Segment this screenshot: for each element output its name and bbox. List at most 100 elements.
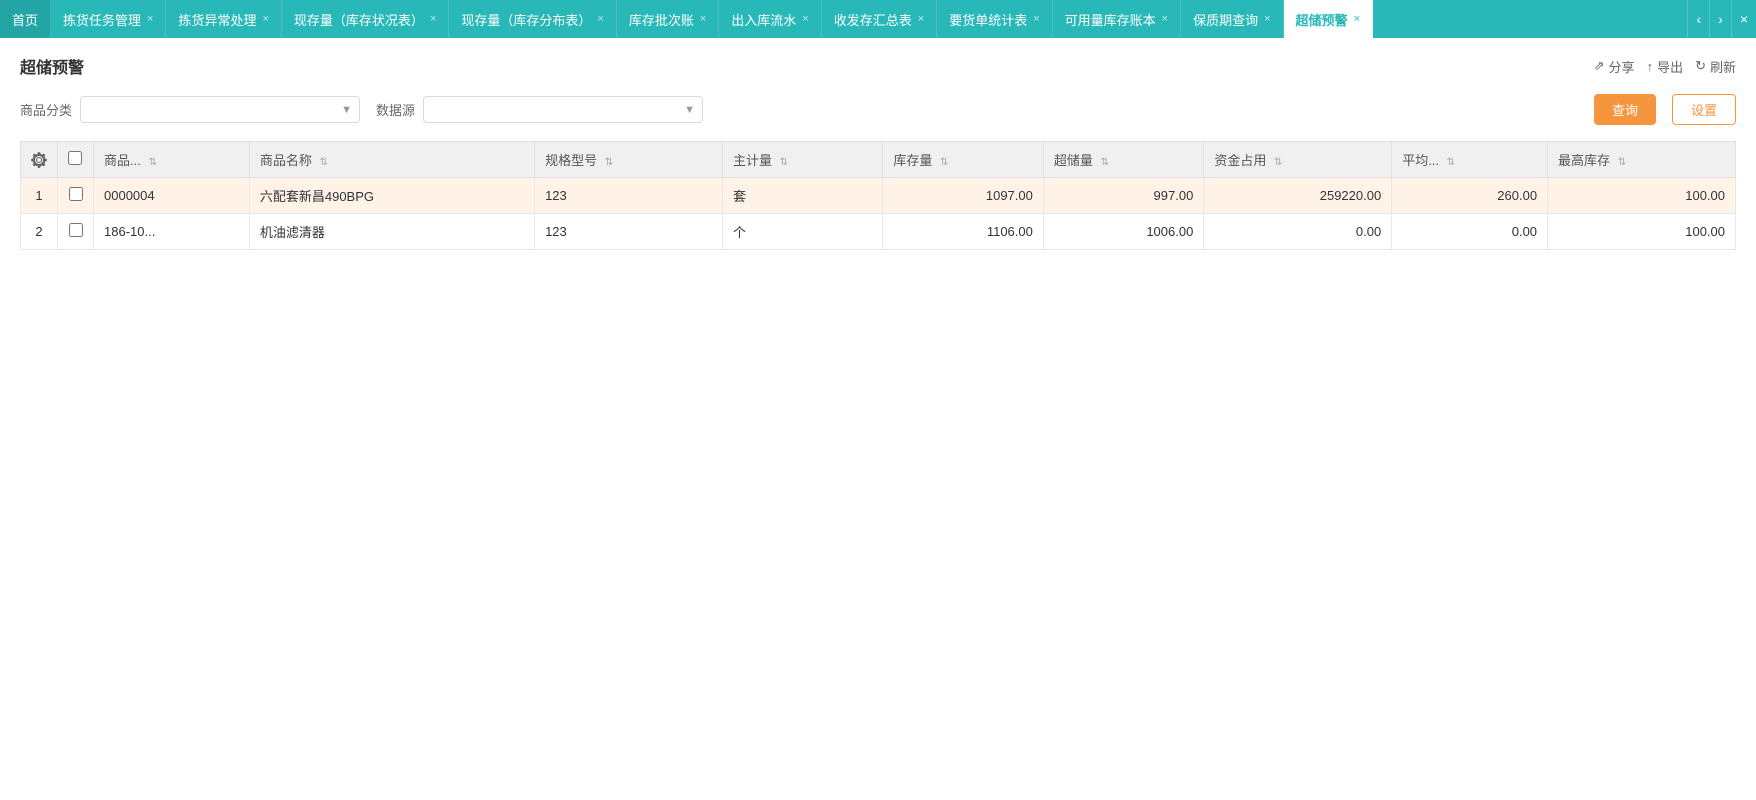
export-icon: ↑ [1647, 59, 1654, 74]
category-filter-group: 商品分类 ▼ [20, 96, 360, 123]
row-over: 1006.00 [1043, 214, 1203, 250]
row-over: 997.00 [1043, 178, 1203, 214]
set-button[interactable]: 设置 [1672, 94, 1736, 125]
header-actions: ⇗ 分享 ↑ 导出 ↻ 刷新 [1594, 57, 1736, 76]
row-code: 186-10... [94, 214, 250, 250]
query-button[interactable]: 查询 [1594, 94, 1656, 125]
share-button[interactable]: ⇗ 分享 [1594, 57, 1635, 76]
row-stock: 1097.00 [883, 178, 1043, 214]
nav-close-arrow[interactable]: × [1731, 0, 1756, 38]
th-stock[interactable]: 库存量 ⇅ [883, 142, 1043, 178]
row-spec: 123 [535, 214, 723, 250]
close-icon[interactable]: × [700, 13, 706, 25]
nav-over-stock[interactable]: 超储预警 × [1284, 0, 1373, 38]
filter-container: 商品分类 ▼ 数据源 可用量 ▼ 查询 设置 [20, 94, 1736, 125]
row-checkbox[interactable] [69, 187, 83, 201]
nav-pick-abnormal[interactable]: 拣货异常处理 × [166, 0, 281, 38]
page-header: 超储预警 ⇗ 分享 ↑ 导出 ↻ 刷新 [20, 54, 1736, 78]
close-icon[interactable]: × [802, 13, 808, 25]
th-maxstock[interactable]: 最高库存 ⇅ [1548, 142, 1736, 178]
row-capital: 0.00 [1204, 214, 1392, 250]
row-stock: 1106.00 [883, 214, 1043, 250]
category-select-wrapper: ▼ [80, 96, 360, 123]
close-icon[interactable]: × [918, 13, 924, 25]
datasource-select-wrapper: 可用量 ▼ [423, 96, 703, 123]
sort-icon: ⇅ [940, 157, 948, 168]
gear-icon [31, 152, 47, 168]
nav-current-dist[interactable]: 现存量（库存分布表） × [449, 0, 616, 38]
row-capital: 259220.00 [1204, 178, 1392, 214]
nav-home[interactable]: 首页 [0, 0, 51, 38]
datasource-filter-group: 数据源 可用量 ▼ [376, 96, 703, 123]
nav-prev-arrow[interactable]: ‹ [1687, 0, 1709, 38]
th-spec[interactable]: 规格型号 ⇅ [535, 142, 723, 178]
nav-right-controls: ‹ › × [1687, 0, 1756, 38]
sort-icon: ⇅ [1447, 157, 1455, 168]
nav-recv-send[interactable]: 收发存汇总表 × [822, 0, 937, 38]
close-icon[interactable]: × [262, 13, 268, 25]
refresh-button[interactable]: ↻ 刷新 [1695, 57, 1736, 76]
close-icon[interactable]: × [1264, 13, 1270, 25]
row-name: 机油滤清器 [249, 214, 534, 250]
row-avg: 0.00 [1392, 214, 1548, 250]
action-buttons: 查询 设置 [1594, 94, 1736, 125]
sort-icon: ⇅ [148, 157, 156, 168]
select-all-checkbox[interactable] [68, 151, 82, 165]
th-over[interactable]: 超储量 ⇅ [1043, 142, 1203, 178]
sort-icon: ⇅ [1618, 157, 1626, 168]
th-unit[interactable]: 主计量 ⇅ [722, 142, 882, 178]
close-icon[interactable]: × [1033, 13, 1039, 25]
category-input[interactable] [80, 96, 360, 123]
nav-pick-task[interactable]: 拣货任务管理 × [51, 0, 166, 38]
category-label: 商品分类 [20, 100, 72, 119]
sort-icon: ⇅ [1274, 157, 1282, 168]
nav-quality-query[interactable]: 保质期查询 × [1181, 0, 1283, 38]
row-avg: 260.00 [1392, 178, 1548, 214]
top-nav: 首页 拣货任务管理 × 拣货异常处理 × 现存量（库存状况表） × 现存量（库存… [0, 0, 1756, 38]
table-row: 2 186-10... 机油滤清器 123 个 1106.00 1006.00 … [21, 214, 1736, 250]
share-icon: ⇗ [1594, 58, 1605, 74]
nav-order-stat[interactable]: 要货单统计表 × [937, 0, 1052, 38]
refresh-icon: ↻ [1695, 58, 1706, 74]
sort-icon: ⇅ [780, 157, 788, 168]
close-icon[interactable]: × [1354, 13, 1360, 25]
nav-usable-account[interactable]: 可用量库存账本 × [1053, 0, 1181, 38]
table-header: 商品... ⇅ 商品名称 ⇅ 规格型号 ⇅ 主计量 ⇅ 库存量 ⇅ [21, 142, 1736, 178]
th-checkbox [58, 142, 94, 178]
nav-next-arrow[interactable]: › [1709, 0, 1731, 38]
th-capital[interactable]: 资金占用 ⇅ [1204, 142, 1392, 178]
nav-batch-account[interactable]: 库存批次账 × [617, 0, 719, 38]
datasource-label: 数据源 [376, 100, 415, 119]
row-num: 1 [21, 178, 58, 214]
row-unit: 套 [722, 178, 882, 214]
th-name[interactable]: 商品名称 ⇅ [249, 142, 534, 178]
sort-icon: ⇅ [320, 157, 328, 168]
th-gear[interactable] [21, 142, 58, 178]
row-maxstock: 100.00 [1548, 178, 1736, 214]
row-num: 2 [21, 214, 58, 250]
row-checkbox-cell [58, 214, 94, 250]
row-unit: 个 [722, 214, 882, 250]
row-checkbox[interactable] [69, 223, 83, 237]
close-icon[interactable]: × [147, 13, 153, 25]
export-button[interactable]: ↑ 导出 [1647, 57, 1684, 76]
nav-inout-flow[interactable]: 出入库流水 × [719, 0, 821, 38]
table-body: 1 0000004 六配套新昌490BPG 123 套 1097.00 997.… [21, 178, 1736, 250]
page-title: 超储预警 [20, 54, 1594, 78]
row-maxstock: 100.00 [1548, 214, 1736, 250]
th-avg[interactable]: 平均... ⇅ [1392, 142, 1548, 178]
datasource-input[interactable]: 可用量 [423, 96, 703, 123]
close-icon[interactable]: × [597, 13, 603, 25]
row-spec: 123 [535, 178, 723, 214]
close-icon[interactable]: × [430, 13, 436, 25]
nav-current-status[interactable]: 现存量（库存状况表） × [282, 0, 449, 38]
page-content: 超储预警 ⇗ 分享 ↑ 导出 ↻ 刷新 商品分类 ▼ 数据源 [0, 38, 1756, 800]
table-row: 1 0000004 六配套新昌490BPG 123 套 1097.00 997.… [21, 178, 1736, 214]
th-code[interactable]: 商品... ⇅ [94, 142, 250, 178]
close-icon[interactable]: × [1162, 13, 1168, 25]
data-table: 商品... ⇅ 商品名称 ⇅ 规格型号 ⇅ 主计量 ⇅ 库存量 ⇅ [20, 141, 1736, 250]
row-checkbox-cell [58, 178, 94, 214]
row-name: 六配套新昌490BPG [249, 178, 534, 214]
sort-icon: ⇅ [605, 157, 613, 168]
sort-icon: ⇅ [1101, 157, 1109, 168]
